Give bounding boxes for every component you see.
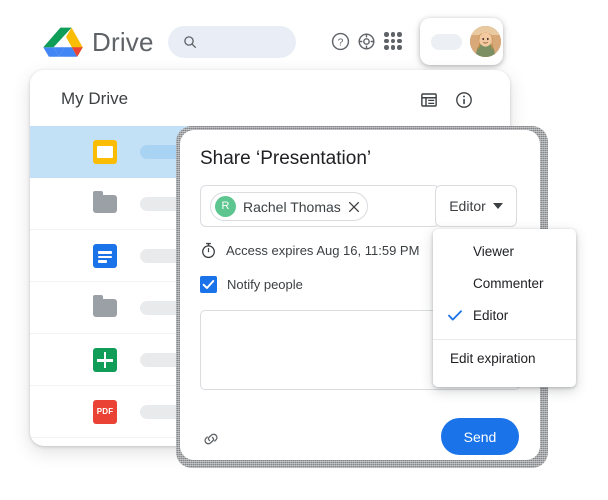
close-icon[interactable] [348, 201, 360, 213]
menu-item-viewer[interactable]: Viewer [433, 236, 576, 268]
svg-text:?: ? [338, 37, 344, 48]
account-name-placeholder [431, 34, 462, 50]
recipient-input[interactable]: R Rachel Thomas [200, 185, 440, 227]
dialog-title: Share ‘Presentation’ [200, 148, 372, 169]
notify-people-label: Notify people [227, 277, 303, 292]
menu-item-edit-expiration[interactable]: Edit expiration [433, 343, 576, 375]
folder-icon [93, 295, 117, 320]
access-expiry-text: Access expires Aug 16, 11:59 PM [226, 243, 420, 258]
pdf-file-icon: PDF [93, 400, 117, 424]
check-icon [202, 280, 215, 289]
account-card[interactable] [420, 18, 503, 65]
top-bar: Drive ? [0, 0, 608, 72]
screen-root: Drive ? My Drive PDF Share ‘Presentation… [0, 0, 608, 500]
user-avatar[interactable] [470, 26, 501, 57]
timer-icon [202, 242, 215, 259]
link-icon[interactable] [202, 430, 220, 448]
chevron-down-icon [492, 203, 503, 209]
menu-item-label: Viewer [473, 244, 515, 259]
product-name: Drive [92, 27, 154, 57]
help-icon[interactable]: ? [331, 32, 350, 51]
menu-item-commenter[interactable]: Commenter [433, 268, 576, 300]
list-view-icon[interactable] [420, 91, 438, 109]
role-dropdown-label: Editor [449, 198, 486, 214]
apps-grid-icon[interactable] [384, 32, 402, 50]
drive-logo[interactable] [42, 25, 84, 61]
notify-people-checkbox[interactable] [200, 276, 217, 293]
recipient-name: Rachel Thomas [243, 198, 341, 215]
slides-file-icon [93, 140, 117, 164]
search-icon [184, 36, 196, 48]
menu-item-label: Editor [473, 308, 509, 323]
avatar: R [215, 196, 236, 217]
role-dropdown-menu: Viewer Commenter Editor Edit expiration [433, 229, 576, 387]
sheets-file-icon [93, 348, 117, 372]
send-button[interactable]: Send [441, 418, 519, 455]
menu-item-editor[interactable]: Editor [433, 300, 576, 332]
recipient-chip[interactable]: R Rachel Thomas [210, 192, 368, 221]
check-icon [448, 310, 462, 321]
folder-icon [93, 191, 117, 216]
settings-gear-icon[interactable] [357, 32, 376, 51]
search-input[interactable] [168, 26, 296, 58]
access-expiry: Access expires Aug 16, 11:59 PM [200, 242, 419, 259]
menu-item-label: Edit expiration [450, 351, 536, 366]
menu-item-label: Commenter [473, 276, 544, 291]
role-dropdown-button[interactable]: Editor [435, 185, 517, 227]
menu-divider [433, 339, 576, 340]
notify-people-row[interactable]: Notify people [200, 276, 303, 293]
info-icon[interactable] [455, 91, 473, 109]
page-title: My Drive [61, 89, 129, 108]
docs-file-icon [93, 244, 117, 268]
